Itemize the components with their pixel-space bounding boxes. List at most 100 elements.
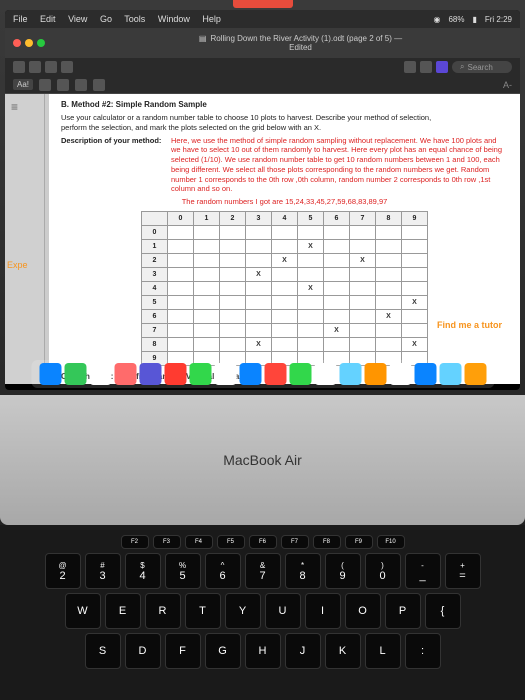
action-icon[interactable] <box>436 61 448 73</box>
grid-cell <box>220 267 246 281</box>
grid-cell <box>194 267 220 281</box>
wifi-icon[interactable]: ◉ <box>433 15 440 24</box>
macos-dock <box>31 360 494 388</box>
key: G <box>205 633 241 669</box>
maximize-button[interactable] <box>37 39 45 47</box>
menu-go[interactable]: Go <box>100 14 112 24</box>
grid-cell <box>402 239 428 253</box>
grid-cell: X <box>298 239 324 253</box>
dock-app[interactable] <box>239 363 261 385</box>
dock-app[interactable] <box>139 363 161 385</box>
dock-app[interactable] <box>64 363 86 385</box>
color-icon[interactable] <box>75 79 87 91</box>
grid-cell <box>324 267 350 281</box>
description-answer: Here, we use the method of simple random… <box>171 136 508 195</box>
key: R <box>145 593 181 629</box>
menu-edit[interactable]: Edit <box>40 14 56 24</box>
menu-help[interactable]: Help <box>202 14 221 24</box>
close-button[interactable] <box>13 39 21 47</box>
menu-file[interactable]: File <box>13 14 28 24</box>
grid-cell <box>220 281 246 295</box>
key: E <box>105 593 141 629</box>
menu-tools[interactable]: Tools <box>124 14 145 24</box>
grid-cell: X <box>246 267 272 281</box>
grid-cell <box>194 253 220 267</box>
grid-cell <box>168 323 194 337</box>
text-style-button[interactable]: Aa! <box>13 79 33 90</box>
search-input[interactable]: ⌕ Search <box>452 61 512 73</box>
grid-cell <box>350 281 376 295</box>
grid-cell <box>324 225 350 239</box>
grid-cell: X <box>350 253 376 267</box>
description-label: Description of your method: <box>61 136 171 195</box>
grid-cell <box>246 281 272 295</box>
grid-cell <box>350 225 376 239</box>
key: J <box>285 633 321 669</box>
document-tab[interactable]: ▤Rolling Down the River Activity (1).odt… <box>89 32 512 54</box>
grid-cell <box>220 239 246 253</box>
dock-app[interactable] <box>264 363 286 385</box>
grid-cell <box>376 253 402 267</box>
dock-app[interactable] <box>114 363 136 385</box>
grid-cell <box>298 267 324 281</box>
markup-icon[interactable] <box>404 61 416 73</box>
key: *8 <box>285 553 321 589</box>
search-icon: ⌕ <box>460 62 464 72</box>
edit-icon[interactable] <box>420 61 432 73</box>
grid-cell <box>194 323 220 337</box>
key: { <box>425 593 461 629</box>
dock-app[interactable] <box>214 363 236 385</box>
font-icon[interactable] <box>57 79 69 91</box>
window-controls: ▤Rolling Down the River Activity (1).odt… <box>5 28 520 58</box>
dock-app[interactable] <box>89 363 111 385</box>
dock-app[interactable] <box>164 363 186 385</box>
macbook-label: MacBook Air <box>223 452 302 468</box>
sidebar-toggle-icon[interactable] <box>13 61 25 73</box>
grid-cell <box>350 295 376 309</box>
grid-cell <box>324 309 350 323</box>
grid-cell <box>298 253 324 267</box>
grid-cell <box>376 239 402 253</box>
grid-cell <box>376 267 402 281</box>
dock-app[interactable] <box>289 363 311 385</box>
grid-cell <box>350 267 376 281</box>
key: @2 <box>45 553 81 589</box>
dock-app[interactable] <box>389 363 411 385</box>
dock-app[interactable] <box>314 363 336 385</box>
dock-app[interactable] <box>189 363 211 385</box>
grid-cell <box>402 253 428 267</box>
dock-app[interactable] <box>364 363 386 385</box>
highlight-icon[interactable] <box>39 79 51 91</box>
grid-cell <box>168 267 194 281</box>
dock-app[interactable] <box>39 363 61 385</box>
grid-cell <box>220 309 246 323</box>
grid-cell <box>324 337 350 351</box>
shapes-icon[interactable] <box>93 79 105 91</box>
tutor-link[interactable]: Find me a tutor <box>437 320 502 330</box>
document-viewport: ≡ B. Method #2: Simple Random Sample Use… <box>5 94 520 384</box>
key: $4 <box>125 553 161 589</box>
dock-app[interactable] <box>464 363 486 385</box>
dock-app[interactable] <box>414 363 436 385</box>
grid-cell <box>168 225 194 239</box>
toolbar-row-2: Aa! A- <box>5 76 520 94</box>
minimize-button[interactable] <box>25 39 33 47</box>
done-button[interactable]: A- <box>503 80 512 90</box>
dock-app[interactable] <box>439 363 461 385</box>
grid-cell <box>350 239 376 253</box>
menu-window[interactable]: Window <box>158 14 190 24</box>
hamburger-icon[interactable]: ≡ <box>5 94 44 120</box>
grid-cell <box>350 323 376 337</box>
thumbnail-sidebar[interactable]: ≡ <box>5 94 45 384</box>
zoom-out-icon[interactable] <box>29 61 41 73</box>
dock-app[interactable] <box>339 363 361 385</box>
description-row: Description of your method: Here, we use… <box>61 136 508 195</box>
grid-cell <box>350 337 376 351</box>
share-icon[interactable] <box>61 61 73 73</box>
menu-view[interactable]: View <box>68 14 87 24</box>
grid-cell <box>246 225 272 239</box>
key: )0 <box>365 553 401 589</box>
key: T <box>185 593 221 629</box>
zoom-in-icon[interactable] <box>45 61 57 73</box>
key: F4 <box>185 535 213 549</box>
